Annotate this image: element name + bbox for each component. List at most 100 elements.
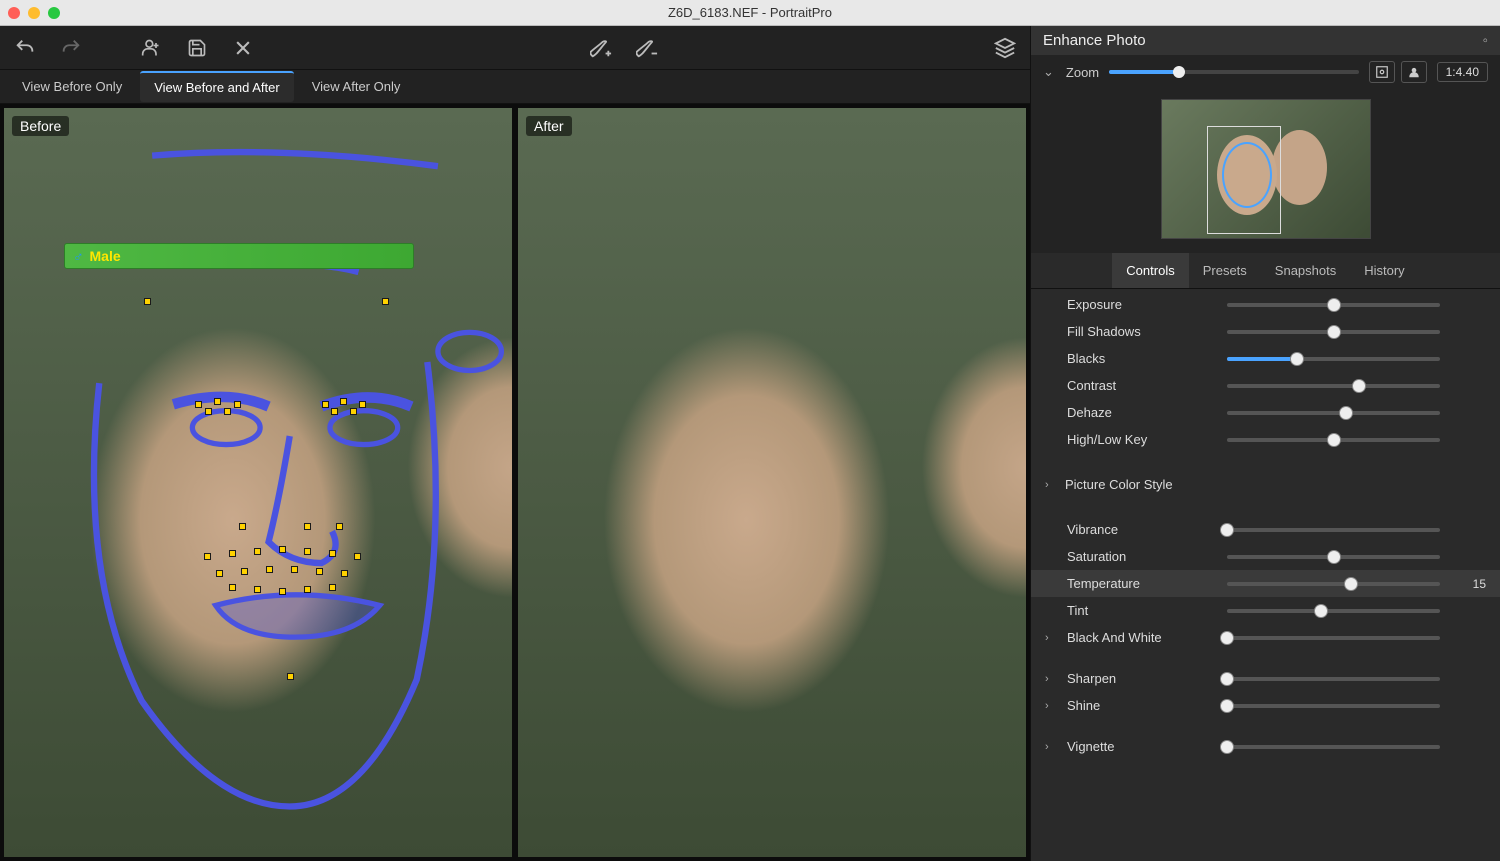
controls-list: ExposureFill ShadowsBlacksContrastDehaze… (1031, 289, 1500, 861)
redo-button[interactable] (56, 33, 86, 63)
after-pane[interactable]: After (518, 108, 1026, 857)
feature-marker[interactable] (340, 398, 347, 405)
slider[interactable] (1227, 677, 1440, 681)
chevron-down-icon[interactable]: ⌄ (1043, 64, 1054, 80)
control-label: Shine (1067, 698, 1217, 713)
control-vibrance: Vibrance (1031, 516, 1500, 543)
feature-marker[interactable] (316, 568, 323, 575)
control-shine: › Shine (1031, 692, 1500, 719)
feature-marker[interactable] (287, 673, 294, 680)
control-exposure: Exposure (1031, 291, 1500, 318)
feature-marker[interactable] (205, 408, 212, 415)
tab-presets[interactable]: Presets (1189, 253, 1261, 288)
after-image-placeholder (518, 108, 1026, 857)
feature-marker[interactable] (322, 401, 329, 408)
feature-marker[interactable] (239, 523, 246, 530)
feature-marker[interactable] (241, 568, 248, 575)
chevron-right-icon[interactable]: › (1045, 700, 1057, 712)
before-pane[interactable]: ♂ Male Before (4, 108, 512, 857)
feature-marker[interactable] (204, 553, 211, 560)
layers-button[interactable] (990, 33, 1020, 63)
control-label: Black And White (1067, 630, 1217, 645)
control-fill-shadows: Fill Shadows (1031, 318, 1500, 345)
tab-before-only[interactable]: View Before Only (8, 72, 136, 101)
slider[interactable] (1227, 745, 1440, 749)
tab-history[interactable]: History (1350, 253, 1418, 288)
slider[interactable] (1227, 555, 1440, 559)
main-toolbar (0, 26, 1030, 70)
window-title: Z6D_6183.NEF - PortraitPro (0, 5, 1500, 20)
minimize-window[interactable] (28, 7, 40, 19)
feature-marker[interactable] (329, 584, 336, 591)
person-button[interactable] (136, 33, 166, 63)
feature-marker[interactable] (229, 584, 236, 591)
zoom-fit-button[interactable] (1369, 61, 1395, 83)
slider[interactable] (1227, 438, 1440, 442)
slider[interactable] (1227, 303, 1440, 307)
control-label: Saturation (1067, 549, 1217, 564)
close-window[interactable] (8, 7, 20, 19)
navigator-thumbnail[interactable] (1161, 99, 1371, 239)
tab-before-after[interactable]: View Before and After (140, 71, 294, 102)
control-tint: Tint (1031, 597, 1500, 624)
feature-marker[interactable] (214, 398, 221, 405)
feature-marker[interactable] (144, 298, 151, 305)
gender-tag[interactable]: ♂ Male (64, 243, 414, 269)
slider[interactable] (1227, 411, 1440, 415)
feature-marker[interactable] (291, 566, 298, 573)
feature-marker[interactable] (266, 566, 273, 573)
control-vignette: › Vignette (1031, 733, 1500, 760)
brush-remove-button[interactable] (632, 33, 662, 63)
control-label: High/Low Key (1067, 432, 1217, 447)
zoom-label: Zoom (1066, 65, 1099, 80)
slider[interactable] (1227, 528, 1440, 532)
control-label: Vignette (1067, 739, 1217, 754)
tab-snapshots[interactable]: Snapshots (1261, 253, 1350, 288)
save-button[interactable] (182, 33, 212, 63)
brush-add-button[interactable] (586, 33, 616, 63)
feature-marker[interactable] (304, 586, 311, 593)
feature-marker[interactable] (331, 408, 338, 415)
feature-marker[interactable] (382, 298, 389, 305)
slider[interactable] (1227, 582, 1440, 586)
zoom-value[interactable]: 1:4.40 (1437, 62, 1488, 82)
slider[interactable] (1227, 636, 1440, 640)
slider[interactable] (1227, 357, 1440, 361)
close-button[interactable] (228, 33, 258, 63)
zoom-face-button[interactable] (1401, 61, 1427, 83)
feature-marker[interactable] (359, 401, 366, 408)
feature-marker[interactable] (336, 523, 343, 530)
feature-marker[interactable] (350, 408, 357, 415)
feature-marker[interactable] (216, 570, 223, 577)
feature-marker[interactable] (304, 548, 311, 555)
slider[interactable] (1227, 609, 1440, 613)
feature-marker[interactable] (279, 588, 286, 595)
undo-button[interactable] (10, 33, 40, 63)
chevron-right-icon[interactable]: › (1045, 632, 1057, 644)
feature-marker[interactable] (329, 550, 336, 557)
slider[interactable] (1227, 330, 1440, 334)
canvas: ♂ Male Before After (0, 104, 1030, 861)
feature-marker[interactable] (354, 553, 361, 560)
feature-marker[interactable] (254, 586, 261, 593)
feature-marker[interactable] (229, 550, 236, 557)
tab-after-only[interactable]: View After Only (298, 72, 415, 101)
zoom-slider[interactable] (1109, 70, 1358, 74)
section-picture-color-style[interactable]: ›Picture Color Style (1031, 467, 1500, 502)
chevron-right-icon[interactable]: › (1045, 741, 1057, 753)
navigator-viewport-rect[interactable] (1207, 126, 1281, 234)
control-value: 15 (1456, 577, 1486, 591)
feature-marker[interactable] (279, 546, 286, 553)
maximize-window[interactable] (48, 7, 60, 19)
feature-marker[interactable] (304, 523, 311, 530)
chevron-right-icon[interactable]: › (1045, 673, 1057, 685)
feature-marker[interactable] (195, 401, 202, 408)
feature-marker[interactable] (224, 408, 231, 415)
slider[interactable] (1227, 704, 1440, 708)
tab-controls[interactable]: Controls (1112, 253, 1188, 288)
feature-marker[interactable] (234, 401, 241, 408)
feature-marker[interactable] (341, 570, 348, 577)
slider[interactable] (1227, 384, 1440, 388)
feature-marker[interactable] (254, 548, 261, 555)
panel-menu-icon[interactable]: ◦ (1483, 32, 1488, 49)
